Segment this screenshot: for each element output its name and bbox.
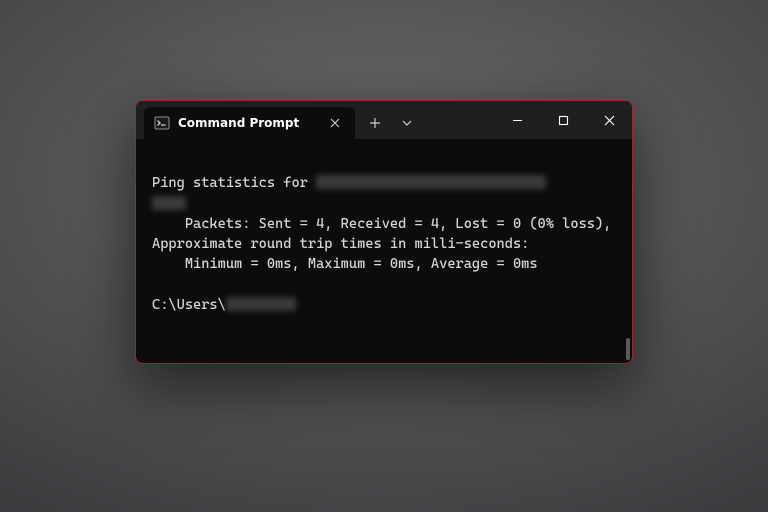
scrollbar-thumb[interactable] [626,338,630,360]
redacted-ip-cont [152,196,186,210]
window-controls [494,101,632,139]
tab-title: Command Prompt [178,116,299,130]
tab-command-prompt[interactable]: Command Prompt [144,107,355,139]
output-line-rtt-values: Minimum = 0ms, Maximum = 0ms, Average = … [152,256,538,272]
new-tab-button[interactable] [361,109,389,137]
minimize-button[interactable] [494,101,540,139]
prompt-line: C:\Users\ [152,297,296,313]
tab-close-button[interactable] [325,113,345,133]
terminal-icon [154,115,170,131]
terminal-window: Command Prompt Ping statisti [135,100,633,364]
prompt-prefix: C:\Users\ [152,297,226,313]
output-line-packets: Packets: Sent = 4, Received = 4, Lost = … [152,216,611,232]
tab-dropdown-button[interactable] [393,109,421,137]
text: Ping statistics for [152,175,316,191]
terminal-output[interactable]: Ping statistics for Packets: Sent = 4, R… [136,139,632,364]
titlebar: Command Prompt [136,101,632,139]
close-button[interactable] [586,101,632,139]
output-line-stats: Ping statistics for [152,175,546,191]
maximize-button[interactable] [540,101,586,139]
tab-strip-actions [361,107,421,139]
output-line-rtt-header: Approximate round trip times in milli-se… [152,236,529,252]
redacted-username [226,297,296,311]
redacted-ip [316,175,546,189]
